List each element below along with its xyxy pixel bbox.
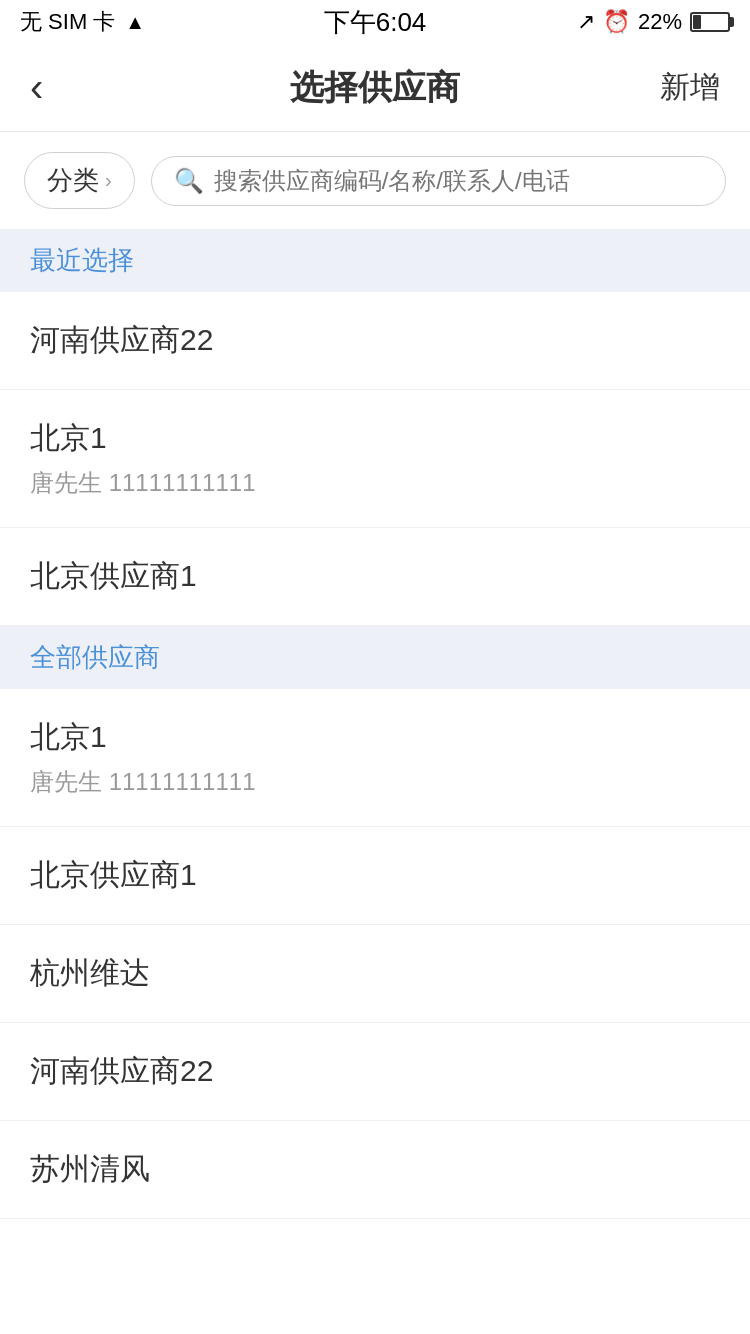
status-time: 下午6:04 xyxy=(324,5,427,40)
content-area: 最近选择河南供应商22 北京1 唐先生 11111111111 北京供应商1 全部供应商… xyxy=(0,229,750,1219)
list-item[interactable]: 河南供应商22 xyxy=(0,1023,750,1121)
list-item[interactable]: 河南供应商22 xyxy=(0,292,750,390)
item-name: 杭州维达 xyxy=(30,953,720,994)
nav-bar: ‹ 选择供应商 新增 xyxy=(0,44,750,132)
status-bar: 无 SIM 卡 ▲ 下午6:04 ↗ ⏰ 22% xyxy=(0,0,750,44)
section-header-all: 全部供应商 xyxy=(0,626,750,689)
item-name: 北京1 xyxy=(30,717,720,758)
search-input[interactable] xyxy=(214,167,703,195)
list-item[interactable]: 北京供应商1 xyxy=(0,827,750,925)
add-button[interactable]: 新增 xyxy=(660,67,720,108)
chevron-right-icon: › xyxy=(105,169,112,192)
list-item[interactable]: 苏州清风 xyxy=(0,1121,750,1219)
list-item[interactable]: 北京1 唐先生 11111111111 xyxy=(0,390,750,528)
back-button[interactable]: ‹ xyxy=(30,65,90,110)
item-name: 北京供应商1 xyxy=(30,855,720,896)
status-left: 无 SIM 卡 ▲ xyxy=(20,7,145,37)
section-header-recent: 最近选择 xyxy=(0,229,750,292)
alarm-icon: ⏰ xyxy=(603,9,630,35)
list-item[interactable]: 杭州维达 xyxy=(0,925,750,1023)
page-title: 选择供应商 xyxy=(290,65,460,111)
section-header-text-all: 全部供应商 xyxy=(30,642,160,672)
battery-fill xyxy=(693,15,701,29)
list-item[interactable]: 北京供应商1 xyxy=(0,528,750,626)
wifi-icon: ▲ xyxy=(125,11,145,34)
search-icon: 🔍 xyxy=(174,167,204,195)
item-contact: 唐先生 11111111111 xyxy=(30,766,720,798)
item-name: 河南供应商22 xyxy=(30,1051,720,1092)
item-name: 北京1 xyxy=(30,418,720,459)
category-label: 分类 xyxy=(47,163,99,198)
item-name: 苏州清风 xyxy=(30,1149,720,1190)
battery-percent: 22% xyxy=(638,9,682,35)
section-header-text-recent: 最近选择 xyxy=(30,245,134,275)
search-box[interactable]: 🔍 xyxy=(151,156,726,206)
filter-bar: 分类 › 🔍 xyxy=(0,132,750,229)
item-name: 河南供应商22 xyxy=(30,320,720,361)
battery-bar xyxy=(690,12,730,32)
location-icon: ↗ xyxy=(577,9,595,35)
status-right: ↗ ⏰ 22% xyxy=(577,9,730,35)
item-contact: 唐先生 11111111111 xyxy=(30,467,720,499)
carrier-text: 无 SIM 卡 xyxy=(20,7,115,37)
item-name: 北京供应商1 xyxy=(30,556,720,597)
list-item[interactable]: 北京1 唐先生 11111111111 xyxy=(0,689,750,827)
category-filter-button[interactable]: 分类 › xyxy=(24,152,135,209)
